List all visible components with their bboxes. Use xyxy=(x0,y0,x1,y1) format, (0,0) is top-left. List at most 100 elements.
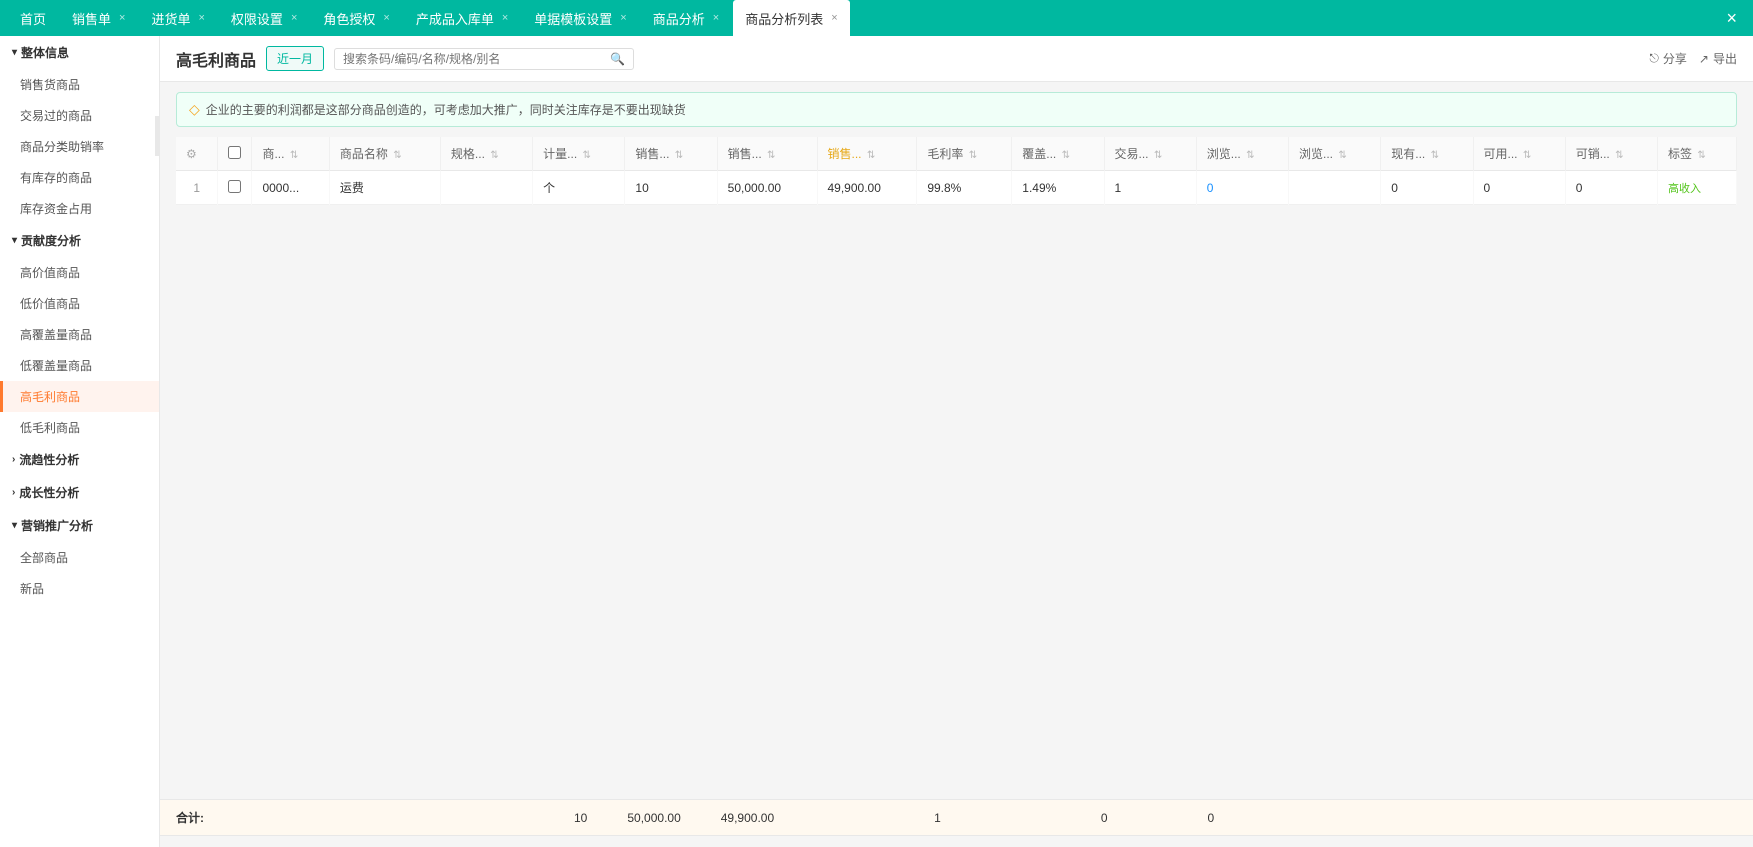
filter-recent-month-button[interactable]: 近一月 xyxy=(266,46,324,71)
nav-template[interactable]: 单据模板设置 × xyxy=(522,0,638,36)
row-checkbox-cell[interactable] xyxy=(218,171,252,205)
col-margin-rate-label: 毛利率 xyxy=(927,147,963,161)
row-browse1[interactable]: 0 xyxy=(1196,171,1288,205)
col-current-stock[interactable]: 现有... ⇅ xyxy=(1381,137,1473,171)
arrow-contribution: ▾ xyxy=(12,235,17,246)
row-checkbox[interactable] xyxy=(228,180,241,193)
col-browse1-label: 浏览... xyxy=(1207,147,1241,161)
col-name-label: 商品名称 xyxy=(340,147,388,161)
nav-purchase[interactable]: 进货单 × xyxy=(139,0,216,36)
nav-stock-in[interactable]: 产成品入库单 × xyxy=(404,0,520,36)
col-sales-cost-label: 销售... xyxy=(828,147,862,161)
col-current-stock-label: 现有... xyxy=(1391,147,1425,161)
search-icon[interactable]: 🔍 xyxy=(610,52,625,66)
sidebar-group-overall[interactable]: ▾ 整体信息 xyxy=(0,36,159,69)
sidebar-item-traded-goods[interactable]: 交易过的商品 xyxy=(0,100,159,131)
col-available-stock[interactable]: 可用... ⇅ xyxy=(1473,137,1565,171)
col-name[interactable]: 商品名称 ⇅ xyxy=(329,137,440,171)
sidebar-item-high-margin[interactable]: 高毛利商品 xyxy=(0,381,159,412)
col-sales-qty[interactable]: 销售... ⇅ xyxy=(625,137,717,171)
sidebar-item-high-coverage[interactable]: 高覆盖量商品 xyxy=(0,319,159,350)
select-all-checkbox[interactable] xyxy=(228,146,241,159)
products-table: ⚙ 商... ⇅ 商品名称 ⇅ xyxy=(176,137,1737,205)
sidebar-group-overall-items: 销售货商品 交易过的商品 商品分类助销率 有库存的商品 库存资金占用 xyxy=(0,69,159,224)
col-browse2[interactable]: 浏览... ⇅ xyxy=(1289,137,1381,171)
share-button[interactable]: ⎋ 分享 xyxy=(1649,50,1687,67)
sort-icon-coverage: ⇅ xyxy=(1062,150,1070,161)
nav-analysis[interactable]: 商品分析 × xyxy=(641,0,731,36)
sidebar-item-in-stock[interactable]: 有库存的商品 xyxy=(0,162,159,193)
nav-permissions[interactable]: 权限设置 × xyxy=(219,0,309,36)
col-sales-amount-label: 销售... xyxy=(728,147,762,161)
nav-sales[interactable]: 销售单 × xyxy=(60,0,137,36)
nav-home[interactable]: 首页 xyxy=(8,0,58,36)
tag-high-income: 高收入 xyxy=(1668,183,1701,195)
sidebar-item-low-coverage[interactable]: 低覆盖量商品 xyxy=(0,350,159,381)
sort-icon-sales-amount: ⇅ xyxy=(767,150,775,161)
sidebar-item-sales-goods[interactable]: 销售货商品 xyxy=(0,69,159,100)
close-template-tab[interactable]: × xyxy=(620,12,626,24)
col-coverage[interactable]: 覆盖... ⇅ xyxy=(1012,137,1104,171)
sort-icon-sales-cost: ⇅ xyxy=(867,150,875,161)
arrow-overall: ▾ xyxy=(12,47,17,58)
col-code[interactable]: 商... ⇅ xyxy=(252,137,329,171)
col-tag[interactable]: 标签 ⇅ xyxy=(1658,137,1737,171)
col-spec-label: 规格... xyxy=(451,147,485,161)
col-sales-cost[interactable]: 销售... ⇅ xyxy=(817,137,917,171)
close-purchase-tab[interactable]: × xyxy=(198,12,204,24)
row-num: 1 xyxy=(176,171,218,205)
close-roles-tab[interactable]: × xyxy=(383,12,389,24)
footer-total: 合计: 10 50,000.00 49,900.00 1 0 0 xyxy=(160,799,1753,835)
header-actions: ⎋ 分享 ↗ 导出 xyxy=(1649,50,1737,67)
settings-icon[interactable]: ⚙ xyxy=(186,147,197,161)
sidebar-item-high-value[interactable]: 高价值商品 xyxy=(0,257,159,288)
sidebar-item-low-value[interactable]: 低价值商品 xyxy=(0,288,159,319)
sidebar-item-low-margin[interactable]: 低毛利商品 xyxy=(0,412,159,443)
close-analysis-list-tab[interactable]: × xyxy=(831,12,837,24)
col-margin-rate[interactable]: 毛利率 ⇅ xyxy=(917,137,1012,171)
export-icon: ↗ xyxy=(1699,52,1709,66)
col-trade[interactable]: 交易... ⇅ xyxy=(1104,137,1196,171)
footer-label: 合计: xyxy=(176,809,204,826)
arrow-growth: › xyxy=(12,487,15,498)
col-saleable[interactable]: 可销... ⇅ xyxy=(1565,137,1657,171)
sidebar-item-all-goods[interactable]: 全部商品 xyxy=(0,542,159,573)
footer-cols: 10 50,000.00 49,900.00 1 0 0 xyxy=(224,811,1737,825)
close-analysis-tab[interactable]: × xyxy=(713,12,719,24)
sidebar-group-growth[interactable]: › 成长性分析 xyxy=(0,476,159,509)
sidebar: ▾ 整体信息 销售货商品 交易过的商品 商品分类助销率 有库存的商品 库存资金占… xyxy=(0,36,160,847)
search-box: 🔍 xyxy=(334,48,634,70)
row-tag: 高收入 xyxy=(1658,171,1737,205)
col-sales-amount[interactable]: 销售... ⇅ xyxy=(717,137,817,171)
close-permissions-tab[interactable]: × xyxy=(291,12,297,24)
row-code: 0000... xyxy=(252,171,329,205)
row-unit: 个 xyxy=(533,171,625,205)
footer-trade: 1 xyxy=(924,811,951,825)
sort-icon-name: ⇅ xyxy=(393,150,401,161)
col-settings[interactable]: ⚙ xyxy=(176,137,218,171)
sidebar-group-marketing[interactable]: ▾ 营销推广分析 xyxy=(0,509,159,542)
search-input[interactable] xyxy=(343,52,606,66)
close-stock-in-tab[interactable]: × xyxy=(502,12,508,24)
nav-roles[interactable]: 角色授权 × xyxy=(311,0,401,36)
close-sales-tab[interactable]: × xyxy=(119,12,125,24)
col-checkbox[interactable] xyxy=(218,137,252,171)
sidebar-item-new-goods[interactable]: 新品 xyxy=(0,573,159,604)
sidebar-group-trend[interactable]: › 流趋性分析 xyxy=(0,443,159,476)
sidebar-item-stock-capital[interactable]: 库存资金占用 xyxy=(0,193,159,224)
nav-analysis-list[interactable]: 商品分析列表 × xyxy=(733,0,849,36)
sidebar-item-category-rate[interactable]: 商品分类助销率 xyxy=(0,131,159,162)
sort-icon-spec: ⇅ xyxy=(490,150,498,161)
col-spec[interactable]: 规格... ⇅ xyxy=(440,137,532,171)
horizontal-scrollbar[interactable] xyxy=(160,835,1753,847)
top-navigation: 首页 销售单 × 进货单 × 权限设置 × 角色授权 × 产成品入库单 × 单据… xyxy=(0,0,1753,36)
col-unit[interactable]: 计量... ⇅ xyxy=(533,137,625,171)
sidebar-group-contribution[interactable]: ▾ 贡献度分析 xyxy=(0,224,159,257)
footer-sales-cost: 49,900.00 xyxy=(711,811,784,825)
sort-icon-available-stock: ⇅ xyxy=(1523,150,1531,161)
app-close-button[interactable]: × xyxy=(1718,8,1745,29)
export-button[interactable]: ↗ 导出 xyxy=(1699,50,1737,67)
footer-sales-qty: 10 xyxy=(564,811,597,825)
col-browse1[interactable]: 浏览... ⇅ xyxy=(1196,137,1288,171)
sort-icon-browse1: ⇅ xyxy=(1246,150,1254,161)
